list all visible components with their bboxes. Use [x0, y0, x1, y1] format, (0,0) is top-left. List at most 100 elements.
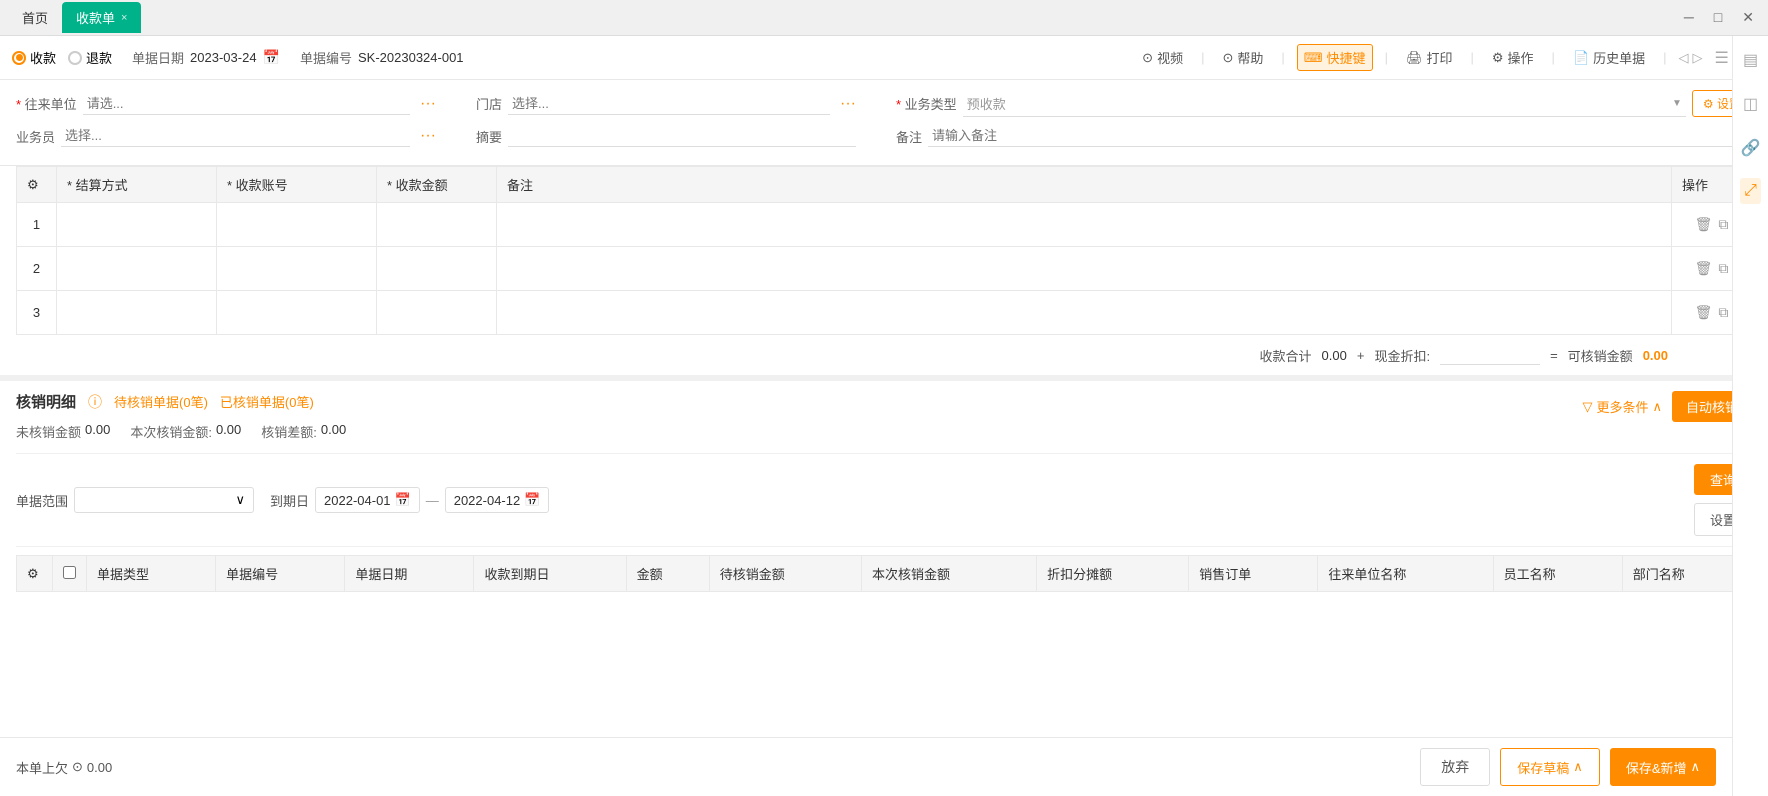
store-field: 门店 ···	[476, 93, 856, 115]
calendar-to-icon: 📅	[524, 492, 540, 508]
sidebar-link-icon[interactable]: 🔗	[1737, 134, 1765, 162]
balance-info-icon[interactable]: ⊙	[72, 759, 83, 775]
more-conditions-btn[interactable]: ▽ 更多条件 ∧	[1582, 397, 1662, 416]
remark-label: 备注	[896, 127, 922, 146]
form-row-1: 往来单位 ··· 门店 ··· 业务类型 预收款 ▼ ⚙ 设置	[16, 90, 1752, 117]
save-draft-btn[interactable]: 保存草稿 ∧	[1500, 748, 1600, 786]
help-btn[interactable]: ⊙ 帮助	[1216, 45, 1269, 70]
row-copy-icon[interactable]: ⧉	[1718, 216, 1728, 233]
counterpart-field: 往来单位 ···	[16, 93, 436, 115]
th-settings[interactable]: ⚙	[17, 167, 57, 203]
verify-info-icon[interactable]: ⓘ	[88, 392, 102, 412]
print-icon: 🖨	[1406, 50, 1423, 66]
row-account[interactable]	[217, 247, 377, 291]
bottom-table: ⚙ 单据类型 单据编号 单据日期 收款到期日 金额 待核销金额 本次核销金额 折…	[16, 555, 1752, 592]
row-note[interactable]	[497, 203, 1672, 247]
footer-balance: 本单上欠 ⊙ 0.00	[16, 758, 112, 777]
counterpart-more-btn[interactable]: ···	[420, 95, 436, 113]
bth-date: 单据日期	[345, 556, 474, 592]
filter-icon: ▽	[1582, 399, 1592, 415]
bth-discount: 折扣分摊额	[1037, 556, 1189, 592]
table-section: ⚙ * 结算方式 * 收款账号 * 收款金额 备注 操作	[0, 166, 1768, 335]
salesman-field: 业务员 ···	[16, 125, 436, 147]
list-view-icon[interactable]: ☰	[1715, 48, 1729, 68]
row-amount[interactable]	[377, 203, 497, 247]
main-content: 收款 退款 单据日期 2023-03-24 📅 单据编号 SK-20230324…	[0, 36, 1768, 796]
row-account[interactable]	[217, 291, 377, 335]
form-section: 往来单位 ··· 门店 ··· 业务类型 预收款 ▼ ⚙ 设置	[0, 80, 1768, 166]
type-radio-group: 收款 退款	[12, 48, 112, 67]
verify-tab-pending[interactable]: 待核销单据(0笔)	[114, 392, 208, 411]
minimize-btn[interactable]: ─	[1678, 7, 1700, 28]
tab-bar: 首页 收款单 × ─ □ ✕	[0, 0, 1768, 36]
row-settle[interactable]	[57, 203, 217, 247]
save-new-btn[interactable]: 保存&新增 ∧	[1610, 748, 1716, 786]
summary-label: 摘要	[476, 127, 502, 146]
date-from-input[interactable]: 2022-04-01 📅	[315, 487, 420, 513]
calendar-icon[interactable]: 📅	[263, 49, 280, 66]
maximize-btn[interactable]: □	[1708, 7, 1728, 28]
bth-settings[interactable]: ⚙	[17, 556, 53, 592]
close-btn[interactable]: ✕	[1736, 7, 1760, 28]
radio-circle-receive	[12, 51, 26, 65]
row-note[interactable]	[497, 291, 1672, 335]
salesman-more-btn[interactable]: ···	[420, 127, 436, 145]
th-amount: * 收款金额	[377, 167, 497, 203]
history-btn[interactable]: 📄 历史单据	[1567, 45, 1651, 70]
store-more-btn[interactable]: ···	[840, 95, 856, 113]
bth-pending: 待核销金额	[709, 556, 861, 592]
row-delete-icon[interactable]: 🗑	[1695, 260, 1713, 277]
counterpart-input[interactable]	[83, 93, 410, 115]
table-row: 1 🗑 ⧉	[17, 203, 1752, 247]
nav-prev-icon[interactable]: ◁	[1679, 50, 1689, 66]
filter-date-field: 到期日 2022-04-01 📅 — 2022-04-12 📅	[270, 487, 549, 513]
row-copy-icon[interactable]: ⧉	[1718, 260, 1728, 277]
tab-receipts[interactable]: 收款单 ×	[62, 2, 141, 33]
bth-due-date: 收款到期日	[474, 556, 626, 592]
tab-home[interactable]: 首页	[8, 2, 62, 33]
tab-close-icon[interactable]: ×	[121, 12, 127, 24]
row-amount[interactable]	[377, 247, 497, 291]
operation-btn[interactable]: ⚙ 操作	[1486, 45, 1540, 70]
th-note: 备注	[497, 167, 1672, 203]
row-settle[interactable]	[57, 247, 217, 291]
business-type-arrow-icon: ▼	[1672, 98, 1682, 109]
print-btn[interactable]: 🖨 打印	[1400, 45, 1459, 70]
row-account[interactable]	[217, 203, 377, 247]
video-icon: ⊙	[1142, 50, 1153, 66]
radio-receive[interactable]: 收款	[12, 48, 56, 67]
row-amount[interactable]	[377, 291, 497, 335]
summary-field: 摘要	[476, 125, 856, 147]
business-type-select[interactable]: 预收款 ▼	[963, 91, 1686, 117]
salesman-input[interactable]	[61, 125, 410, 147]
discount-input[interactable]	[1440, 345, 1540, 365]
summary-input[interactable]	[508, 125, 856, 147]
shortcut-btn[interactable]: ⌨ 快捷键	[1297, 44, 1373, 71]
business-type-value: 预收款	[967, 94, 1672, 113]
filter-range-select[interactable]: ∨	[74, 487, 254, 513]
nav-next-icon[interactable]: ▷	[1693, 50, 1703, 66]
row-note[interactable]	[497, 247, 1672, 291]
abandon-btn[interactable]: 放弃	[1420, 748, 1490, 786]
bth-checkbox[interactable]	[53, 556, 87, 592]
store-input[interactable]	[508, 93, 830, 115]
sidebar-expand-icon[interactable]: ⤢	[1740, 178, 1761, 204]
footer: 本单上欠 ⊙ 0.00 放弃 保存草稿 ∧ 保存&新增 ∧	[0, 737, 1732, 796]
select-all-checkbox[interactable]	[63, 566, 76, 579]
row-settle[interactable]	[57, 291, 217, 335]
top-toolbar: 收款 退款 单据日期 2023-03-24 📅 单据编号 SK-20230324…	[0, 36, 1768, 80]
counterpart-label: 往来单位	[16, 94, 77, 113]
sidebar-table-icon[interactable]: ▤	[1739, 46, 1762, 74]
row-delete-icon[interactable]: 🗑	[1695, 304, 1713, 321]
remark-input[interactable]	[928, 125, 1752, 147]
video-btn[interactable]: ⊙ 视频	[1136, 45, 1189, 70]
row-delete-icon[interactable]: 🗑	[1695, 216, 1713, 233]
radio-refund[interactable]: 退款	[68, 48, 112, 67]
verify-tab-done[interactable]: 已核销单据(0笔)	[220, 392, 314, 411]
verify-section: 核销明细 ⓘ 待核销单据(0笔) 已核销单据(0笔) ▽ 更多条件 ∧ 自动核销…	[0, 375, 1768, 602]
date-to-input[interactable]: 2022-04-12 📅	[445, 487, 550, 513]
row-copy-icon[interactable]: ⧉	[1718, 304, 1728, 321]
help-icon: ⊙	[1222, 50, 1233, 66]
sidebar-preview-icon[interactable]: ◫	[1739, 90, 1762, 118]
save-new-arrow-icon: ∧	[1690, 759, 1700, 775]
